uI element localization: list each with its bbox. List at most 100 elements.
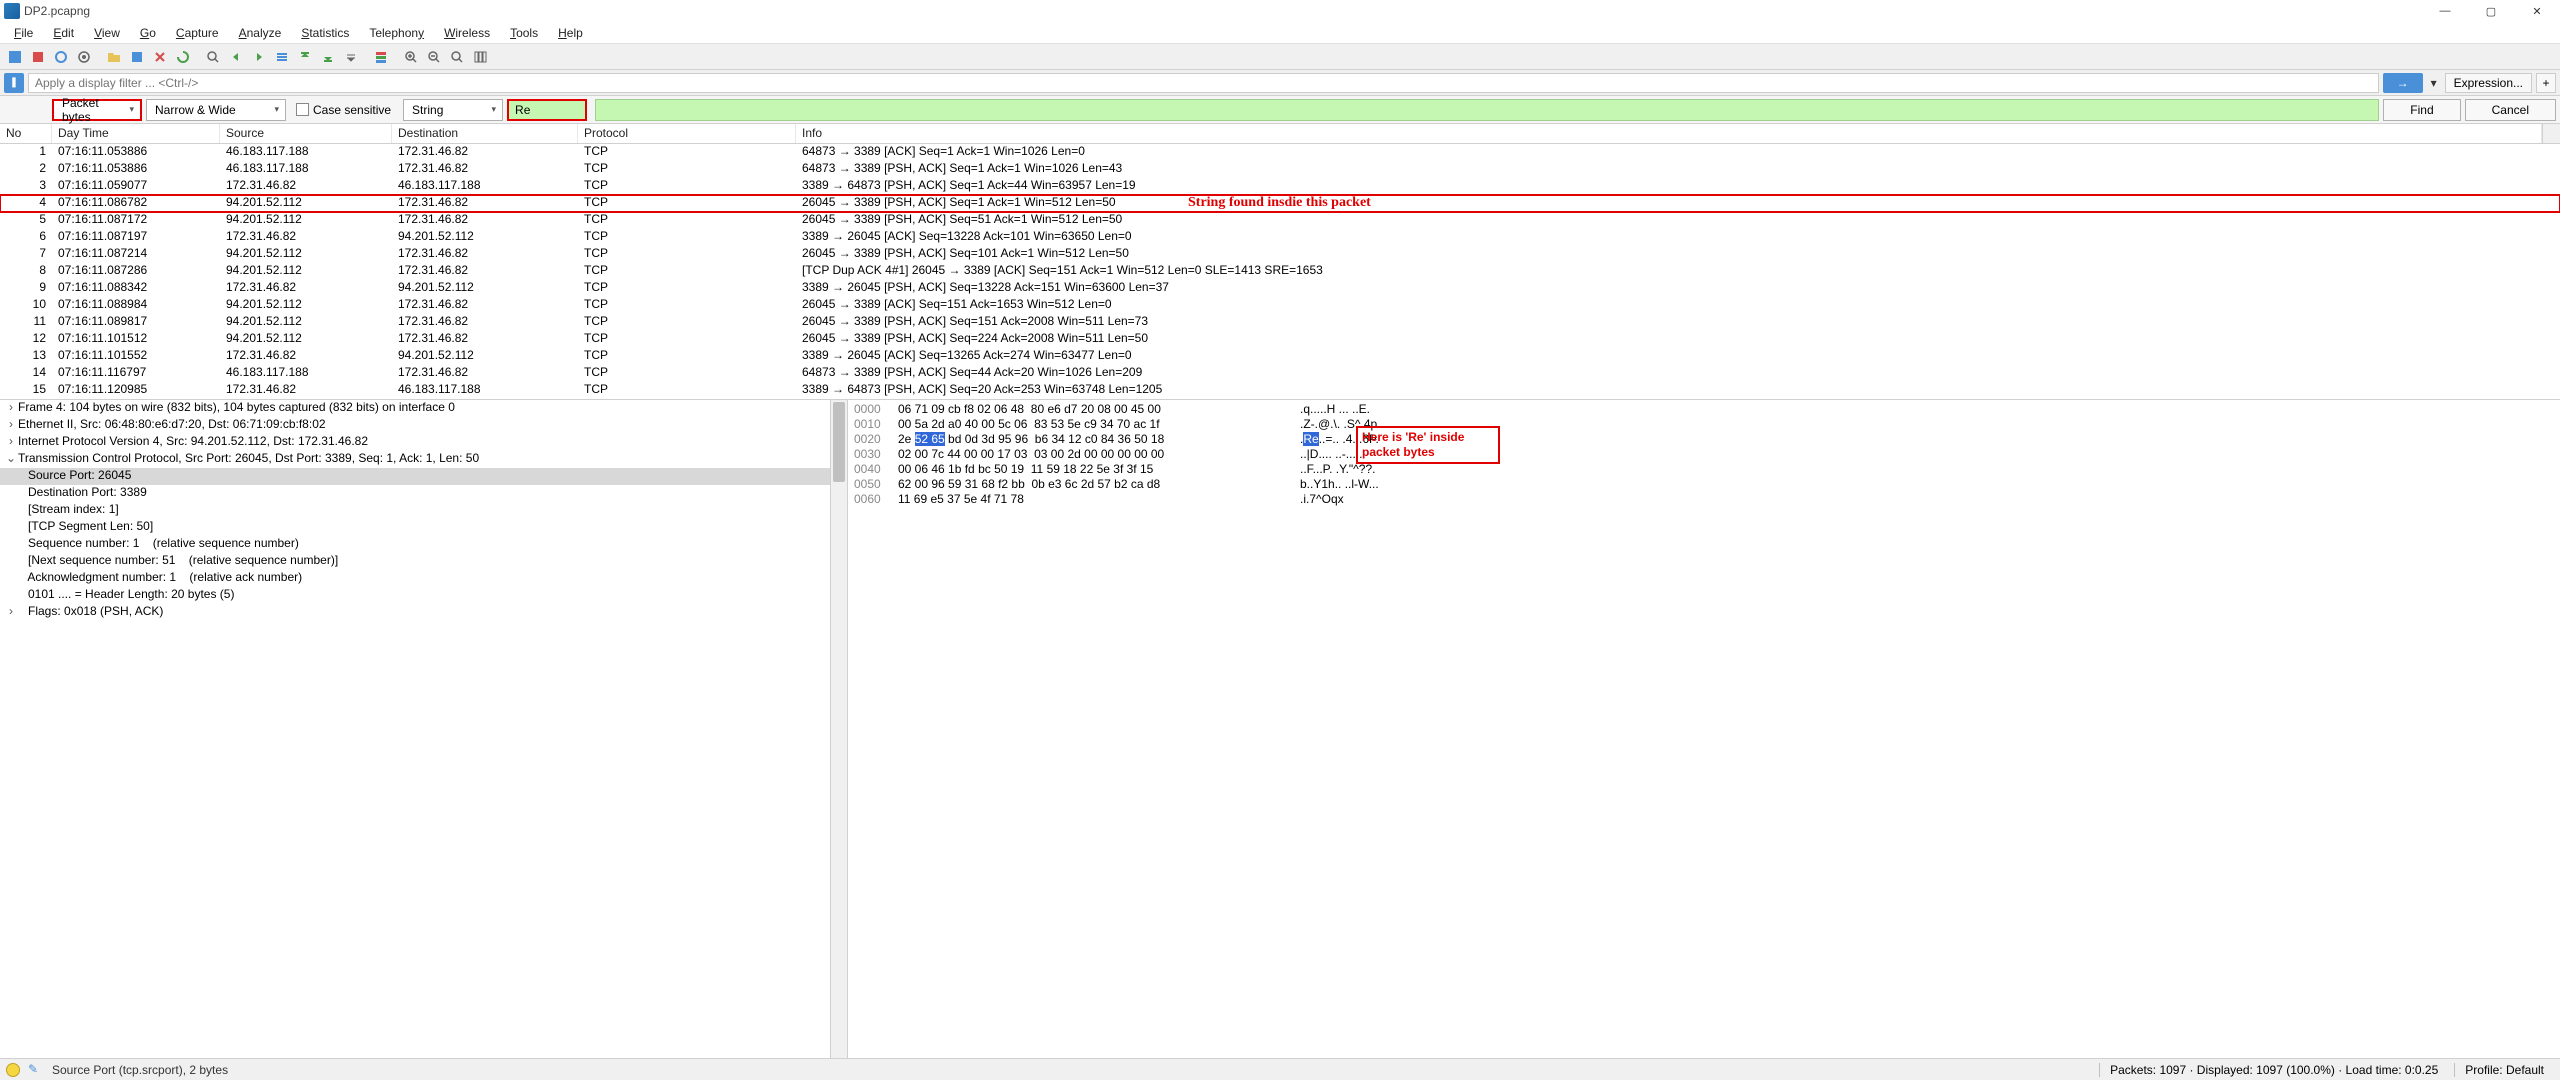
detail-line[interactable]: ›Internet Protocol Version 4, Src: 94.20… bbox=[0, 434, 847, 451]
detail-line[interactable]: ⌄Transmission Control Protocol, Src Port… bbox=[0, 451, 847, 468]
packet-row[interactable]: 507:16:11.08717294.201.52.112172.31.46.8… bbox=[0, 212, 2560, 229]
menu-file[interactable]: File bbox=[4, 23, 43, 43]
zoom-out-icon[interactable] bbox=[423, 46, 445, 68]
case-sensitive-checkbox[interactable]: Case sensitive bbox=[296, 103, 391, 117]
status-profile[interactable]: Profile: Default bbox=[2454, 1063, 2554, 1077]
close-button[interactable]: ✕ bbox=[2514, 0, 2560, 22]
detail-line[interactable]: › Flags: 0x018 (PSH, ACK) bbox=[0, 604, 847, 621]
go-to-packet-icon[interactable] bbox=[271, 46, 293, 68]
menu-statistics[interactable]: Statistics bbox=[291, 23, 359, 43]
hex-row[interactable]: 00202e 52 65 bd 0d 3d 95 96 b6 34 12 c0 … bbox=[854, 432, 2554, 447]
hex-row[interactable]: 003002 00 7c 44 00 00 17 03 03 00 2d 00 … bbox=[854, 447, 2554, 462]
search-in-dropdown[interactable]: Packet bytes bbox=[52, 99, 142, 121]
packet-details-pane[interactable]: ›Frame 4: 104 bytes on wire (832 bits), … bbox=[0, 400, 848, 1058]
detail-line[interactable]: ›Ethernet II, Src: 06:48:80:e6:d7:20, Ds… bbox=[0, 417, 847, 434]
packet-row[interactable]: 607:16:11.087197172.31.46.8294.201.52.11… bbox=[0, 229, 2560, 246]
packet-row[interactable]: 107:16:11.05388646.183.117.188172.31.46.… bbox=[0, 144, 2560, 161]
packet-row[interactable]: 1407:16:11.11679746.183.117.188172.31.46… bbox=[0, 365, 2560, 382]
hex-row[interactable]: 001000 5a 2d a0 40 00 5c 06 83 53 5e c9 … bbox=[854, 417, 2554, 432]
resize-columns-icon[interactable] bbox=[469, 46, 491, 68]
col-no[interactable]: No bbox=[0, 124, 52, 143]
packet-row[interactable]: 207:16:11.05388646.183.117.188172.31.46.… bbox=[0, 161, 2560, 178]
packet-row[interactable]: 707:16:11.08721494.201.52.112172.31.46.8… bbox=[0, 246, 2560, 263]
expert-info-icon[interactable] bbox=[6, 1063, 20, 1077]
list-scrollbar[interactable] bbox=[2542, 124, 2560, 143]
status-packets: Packets: 1097 · Displayed: 1097 (100.0%)… bbox=[2099, 1063, 2448, 1077]
menu-tools[interactable]: Tools bbox=[500, 23, 548, 43]
col-time[interactable]: Day Time bbox=[52, 124, 220, 143]
go-first-icon[interactable] bbox=[294, 46, 316, 68]
cancel-button[interactable]: Cancel bbox=[2465, 99, 2556, 121]
detail-line[interactable]: [TCP Segment Len: 50] bbox=[0, 519, 847, 536]
detail-line[interactable]: [Next sequence number: 51 (relative sequ… bbox=[0, 553, 847, 570]
menu-help[interactable]: Help bbox=[548, 23, 593, 43]
menu-edit[interactable]: Edit bbox=[43, 23, 84, 43]
col-protocol[interactable]: Protocol bbox=[578, 124, 796, 143]
hex-row[interactable]: 006011 69 e5 37 5e 4f 71 78.i.7^Oqx bbox=[854, 492, 2554, 507]
open-file-icon[interactable] bbox=[103, 46, 125, 68]
detail-line[interactable]: Acknowledgment number: 1 (relative ack n… bbox=[0, 570, 847, 587]
find-button[interactable]: Find bbox=[2383, 99, 2460, 121]
charset-dropdown[interactable]: Narrow & Wide bbox=[146, 99, 286, 121]
go-back-icon[interactable] bbox=[225, 46, 247, 68]
close-file-icon[interactable] bbox=[149, 46, 171, 68]
packet-list[interactable]: String found insdie this packet 107:16:1… bbox=[0, 144, 2560, 399]
edit-icon[interactable]: ✎ bbox=[28, 1062, 44, 1078]
main-toolbar bbox=[0, 44, 2560, 70]
packet-row[interactable]: 1507:16:11.120985172.31.46.8246.183.117.… bbox=[0, 382, 2560, 399]
zoom-reset-icon[interactable] bbox=[446, 46, 468, 68]
hex-row[interactable]: 000006 71 09 cb f8 02 06 48 80 e6 d7 20 … bbox=[854, 402, 2554, 417]
auto-scroll-icon[interactable] bbox=[340, 46, 362, 68]
detail-line[interactable]: ›Frame 4: 104 bytes on wire (832 bits), … bbox=[0, 400, 847, 417]
hex-row[interactable]: 005062 00 96 59 31 68 f2 bb 0b e3 6c 2d … bbox=[854, 477, 2554, 492]
detail-line[interactable]: Source Port: 26045 bbox=[0, 468, 847, 485]
details-scrollbar[interactable] bbox=[830, 400, 847, 1058]
app-icon bbox=[4, 3, 20, 19]
go-forward-icon[interactable] bbox=[248, 46, 270, 68]
annotation-found: String found insdie this packet bbox=[1188, 195, 1371, 211]
reload-icon[interactable] bbox=[172, 46, 194, 68]
search-value-input[interactable]: Re bbox=[507, 99, 587, 121]
add-filter-button[interactable]: + bbox=[2536, 73, 2556, 93]
packet-row[interactable]: 1007:16:11.08898494.201.52.112172.31.46.… bbox=[0, 297, 2560, 314]
packet-row[interactable]: 907:16:11.088342172.31.46.8294.201.52.11… bbox=[0, 280, 2560, 297]
detail-line[interactable]: Destination Port: 3389 bbox=[0, 485, 847, 502]
search-type-dropdown[interactable]: String bbox=[403, 99, 503, 121]
apply-filter-button[interactable]: → bbox=[2383, 73, 2423, 93]
stop-capture-icon[interactable] bbox=[27, 46, 49, 68]
annotation-re: Here is 'Re' insidepacket bytes bbox=[1356, 426, 1500, 464]
expression-button[interactable]: Expression... bbox=[2445, 73, 2532, 93]
packet-row[interactable]: 807:16:11.08728694.201.52.112172.31.46.8… bbox=[0, 263, 2560, 280]
colorize-icon[interactable] bbox=[370, 46, 392, 68]
menu-wireless[interactable]: Wireless bbox=[434, 23, 500, 43]
packet-row[interactable]: 1307:16:11.101552172.31.46.8294.201.52.1… bbox=[0, 348, 2560, 365]
detail-line[interactable]: Sequence number: 1 (relative sequence nu… bbox=[0, 536, 847, 553]
hex-row[interactable]: 004000 06 46 1b fd bc 50 19 11 59 18 22 … bbox=[854, 462, 2554, 477]
go-last-icon[interactable] bbox=[317, 46, 339, 68]
detail-line[interactable]: [Stream index: 1] bbox=[0, 502, 847, 519]
save-file-icon[interactable] bbox=[126, 46, 148, 68]
col-destination[interactable]: Destination bbox=[392, 124, 578, 143]
start-capture-icon[interactable] bbox=[4, 46, 26, 68]
packet-bytes-pane[interactable]: 000006 71 09 cb f8 02 06 48 80 e6 d7 20 … bbox=[848, 400, 2560, 1058]
col-source[interactable]: Source bbox=[220, 124, 392, 143]
capture-options-icon[interactable] bbox=[73, 46, 95, 68]
menu-analyze[interactable]: Analyze bbox=[229, 23, 292, 43]
col-info[interactable]: Info bbox=[796, 124, 2542, 143]
menu-capture[interactable]: Capture bbox=[166, 23, 229, 43]
menu-go[interactable]: Go bbox=[130, 23, 166, 43]
minimize-button[interactable]: — bbox=[2422, 0, 2468, 22]
status-field-info: Source Port (tcp.srcport), 2 bytes bbox=[52, 1063, 2091, 1077]
packet-row[interactable]: 1107:16:11.08981794.201.52.112172.31.46.… bbox=[0, 314, 2560, 331]
menu-telephony[interactable]: Telephony bbox=[359, 23, 434, 43]
find-packet-icon[interactable] bbox=[202, 46, 224, 68]
display-filter-input[interactable] bbox=[28, 73, 2379, 93]
detail-line[interactable]: 0101 .... = Header Length: 20 bytes (5) bbox=[0, 587, 847, 604]
menu-view[interactable]: View bbox=[84, 23, 130, 43]
maximize-button[interactable]: ▢ bbox=[2468, 0, 2514, 22]
packet-row[interactable]: 1207:16:11.10151294.201.52.112172.31.46.… bbox=[0, 331, 2560, 348]
packet-row[interactable]: 307:16:11.059077172.31.46.8246.183.117.1… bbox=[0, 178, 2560, 195]
zoom-in-icon[interactable] bbox=[400, 46, 422, 68]
restart-capture-icon[interactable] bbox=[50, 46, 72, 68]
filter-bookmark-icon[interactable]: ❚ bbox=[4, 73, 24, 93]
